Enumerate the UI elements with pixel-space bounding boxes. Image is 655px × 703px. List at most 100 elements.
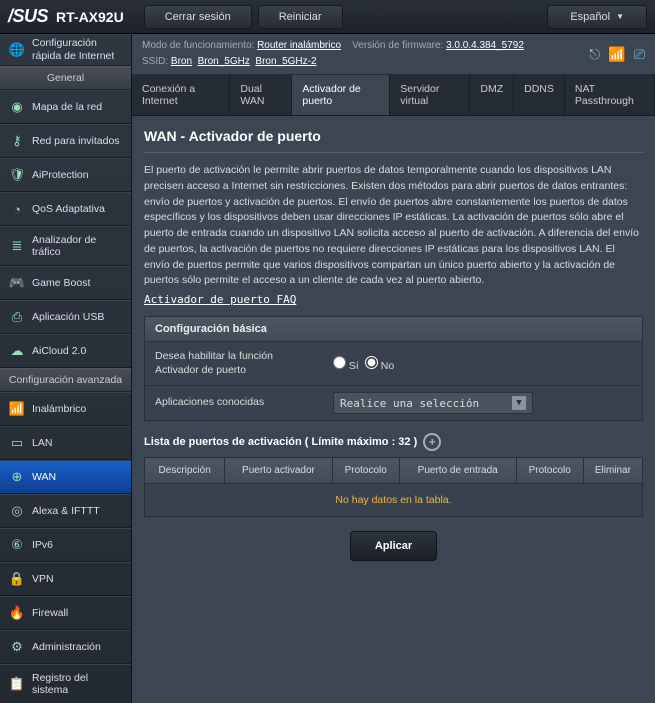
chevron-down-icon: ▼	[512, 396, 526, 410]
menu-icon: 📋	[8, 675, 26, 693]
sidebar-item-general-2[interactable]: 🛡 AiProtection	[0, 158, 131, 192]
info-bar: Modo de funcionamiento: Router inalámbri…	[132, 34, 655, 75]
sidebar-item-label: AiCloud 2.0	[32, 345, 86, 357]
tab-0[interactable]: Conexión a Internet	[132, 75, 230, 115]
sidebar-item-general-6[interactable]: ⎙ Aplicación USB	[0, 300, 131, 334]
table-empty-message: No hay datos en la tabla.	[145, 484, 643, 517]
sidebar: 🌐 Configuración rápida de Internet Gener…	[0, 34, 132, 703]
sidebar-item-general-0[interactable]: ◉ Mapa de la red	[0, 90, 131, 124]
menu-icon: 🎮	[8, 274, 26, 292]
sidebar-item-adv-5[interactable]: 🔒 VPN	[0, 562, 131, 596]
tab-6[interactable]: NAT Passthrough	[565, 75, 655, 115]
sidebar-item-adv-1[interactable]: ▭ LAN	[0, 426, 131, 460]
content-area: WAN - Activador de puerto El puerto de a…	[132, 116, 655, 703]
table-col-header: Descripción	[145, 458, 225, 484]
sidebar-item-general-3[interactable]: ◔ QoS Adaptativa	[0, 192, 131, 226]
sidebar-item-label: Aplicación USB	[32, 311, 104, 323]
menu-icon: 📶	[8, 400, 26, 418]
menu-icon: ⑥	[8, 536, 26, 554]
faq-link[interactable]: Activador de puerto FAQ	[144, 293, 296, 306]
sidebar-item-adv-3[interactable]: ◎ Alexa & IFTTT	[0, 494, 131, 528]
sidebar-item-adv-0[interactable]: 📶 Inalámbrico	[0, 392, 131, 426]
tab-3[interactable]: Servidor virtual	[390, 75, 470, 115]
fw-value[interactable]: 3.0.0.4.384_5792	[446, 40, 524, 51]
menu-icon: 🔥	[8, 604, 26, 622]
sidebar-header-advanced: Configuración avanzada	[0, 368, 131, 392]
model-name: RT-AX92U	[56, 9, 124, 25]
table-col-header: Puerto activador	[225, 458, 332, 484]
sidebar-item-label: IPv6	[32, 539, 53, 551]
language-select[interactable]: Español ▼	[547, 5, 647, 29]
menu-icon: ⚙	[8, 638, 26, 656]
wifi-icon[interactable]: 📶	[608, 43, 625, 65]
sidebar-item-label: Inalámbrico	[32, 403, 86, 415]
sidebar-item-label: LAN	[32, 437, 52, 449]
menu-icon: ◉	[8, 98, 26, 116]
mode-label: Modo de funcionamiento:	[142, 40, 254, 51]
tab-4[interactable]: DMZ	[470, 75, 514, 115]
menu-icon: 🔒	[8, 570, 26, 588]
apps-label: Aplicaciones conocidas	[145, 388, 323, 418]
menu-icon: ▭	[8, 434, 26, 452]
tab-bar: Conexión a InternetDual WANActivador de …	[132, 75, 655, 116]
ssid-label: SSID:	[142, 56, 168, 67]
enable-yes[interactable]: Sí	[333, 356, 359, 372]
port-table: DescripciónPuerto activadorProtocoloPuer…	[144, 457, 643, 517]
menu-icon: 🛡	[8, 166, 26, 184]
add-row-button[interactable]: +	[423, 433, 441, 451]
signal-icon[interactable]: ⎋	[589, 43, 600, 65]
sidebar-item-adv-8[interactable]: 📋 Registro del sistema	[0, 664, 131, 703]
sidebar-item-label: Analizador de tráfico	[32, 234, 123, 258]
usb-icon[interactable]: ⎚	[634, 43, 645, 65]
tab-2[interactable]: Activador de puerto	[292, 75, 390, 115]
sidebar-item-adv-4[interactable]: ⑥ IPv6	[0, 528, 131, 562]
menu-icon: ≣	[8, 237, 26, 255]
table-col-header: Protocolo	[516, 458, 583, 484]
brand-logo: /SUS	[8, 6, 48, 27]
sidebar-item-label: Registro del sistema	[32, 672, 123, 696]
sidebar-header-general: General	[0, 66, 131, 90]
main-panel: Modo de funcionamiento: Router inalámbri…	[132, 34, 655, 703]
sidebar-item-adv-2[interactable]: ⊕ WAN	[0, 460, 131, 494]
top-bar: /SUS RT-AX92U Cerrar sesión Reiniciar Es…	[0, 0, 655, 34]
enable-no[interactable]: No	[365, 356, 394, 372]
table-col-header: Eliminar	[583, 458, 642, 484]
tab-5[interactable]: DDNS	[514, 75, 565, 115]
reboot-button[interactable]: Reiniciar	[258, 5, 343, 29]
menu-icon: ☁	[8, 342, 26, 360]
sidebar-item-general-4[interactable]: ≣ Analizador de tráfico	[0, 226, 131, 266]
sidebar-item-label: Administración	[32, 641, 101, 653]
sidebar-item-label: WAN	[32, 471, 56, 483]
sidebar-item-adv-6[interactable]: 🔥 Firewall	[0, 596, 131, 630]
sidebar-item-general-5[interactable]: 🎮 Game Boost	[0, 266, 131, 300]
fw-label: Versión de firmware:	[352, 40, 443, 51]
apps-select[interactable]: Realice una selección ▼	[333, 392, 533, 414]
page-title: WAN - Activador de puerto	[144, 128, 643, 144]
apps-select-value: Realice una selección	[340, 397, 479, 410]
sidebar-item-general-1[interactable]: ⚷ Red para invitados	[0, 124, 131, 158]
ssid-value[interactable]: Bron_5GHz	[198, 56, 250, 67]
section-header-basic: Configuración básica	[144, 316, 643, 342]
ssid-value[interactable]: Bron_5GHz-2	[255, 56, 316, 67]
menu-icon: ⎙	[8, 308, 26, 326]
apply-button[interactable]: Aplicar	[350, 531, 437, 561]
logout-button[interactable]: Cerrar sesión	[144, 5, 252, 29]
menu-icon: ◔	[8, 200, 26, 218]
sidebar-item-adv-7[interactable]: ⚙ Administración	[0, 630, 131, 664]
enable-label: Desea habilitar la función Activador de …	[145, 342, 323, 385]
sidebar-item-general-7[interactable]: ☁ AiCloud 2.0	[0, 334, 131, 368]
port-list-title: Lista de puertos de activación ( Límite …	[144, 433, 643, 451]
form-row-enable: Desea habilitar la función Activador de …	[144, 342, 643, 386]
form-row-apps: Aplicaciones conocidas Realice una selec…	[144, 386, 643, 421]
ssid-value[interactable]: Bron	[171, 56, 192, 67]
menu-icon: ⚷	[8, 132, 26, 150]
sidebar-item-label: Game Boost	[32, 277, 90, 289]
table-col-header: Protocolo	[332, 458, 399, 484]
sidebar-quick-setup[interactable]: 🌐 Configuración rápida de Internet	[0, 34, 131, 66]
sidebar-item-label: Mapa de la red	[32, 101, 102, 113]
menu-icon: ◎	[8, 502, 26, 520]
sidebar-item-label: Firewall	[32, 607, 68, 619]
mode-value[interactable]: Router inalámbrico	[257, 40, 341, 51]
tab-1[interactable]: Dual WAN	[230, 75, 292, 115]
sidebar-item-label: Red para invitados	[32, 135, 120, 147]
